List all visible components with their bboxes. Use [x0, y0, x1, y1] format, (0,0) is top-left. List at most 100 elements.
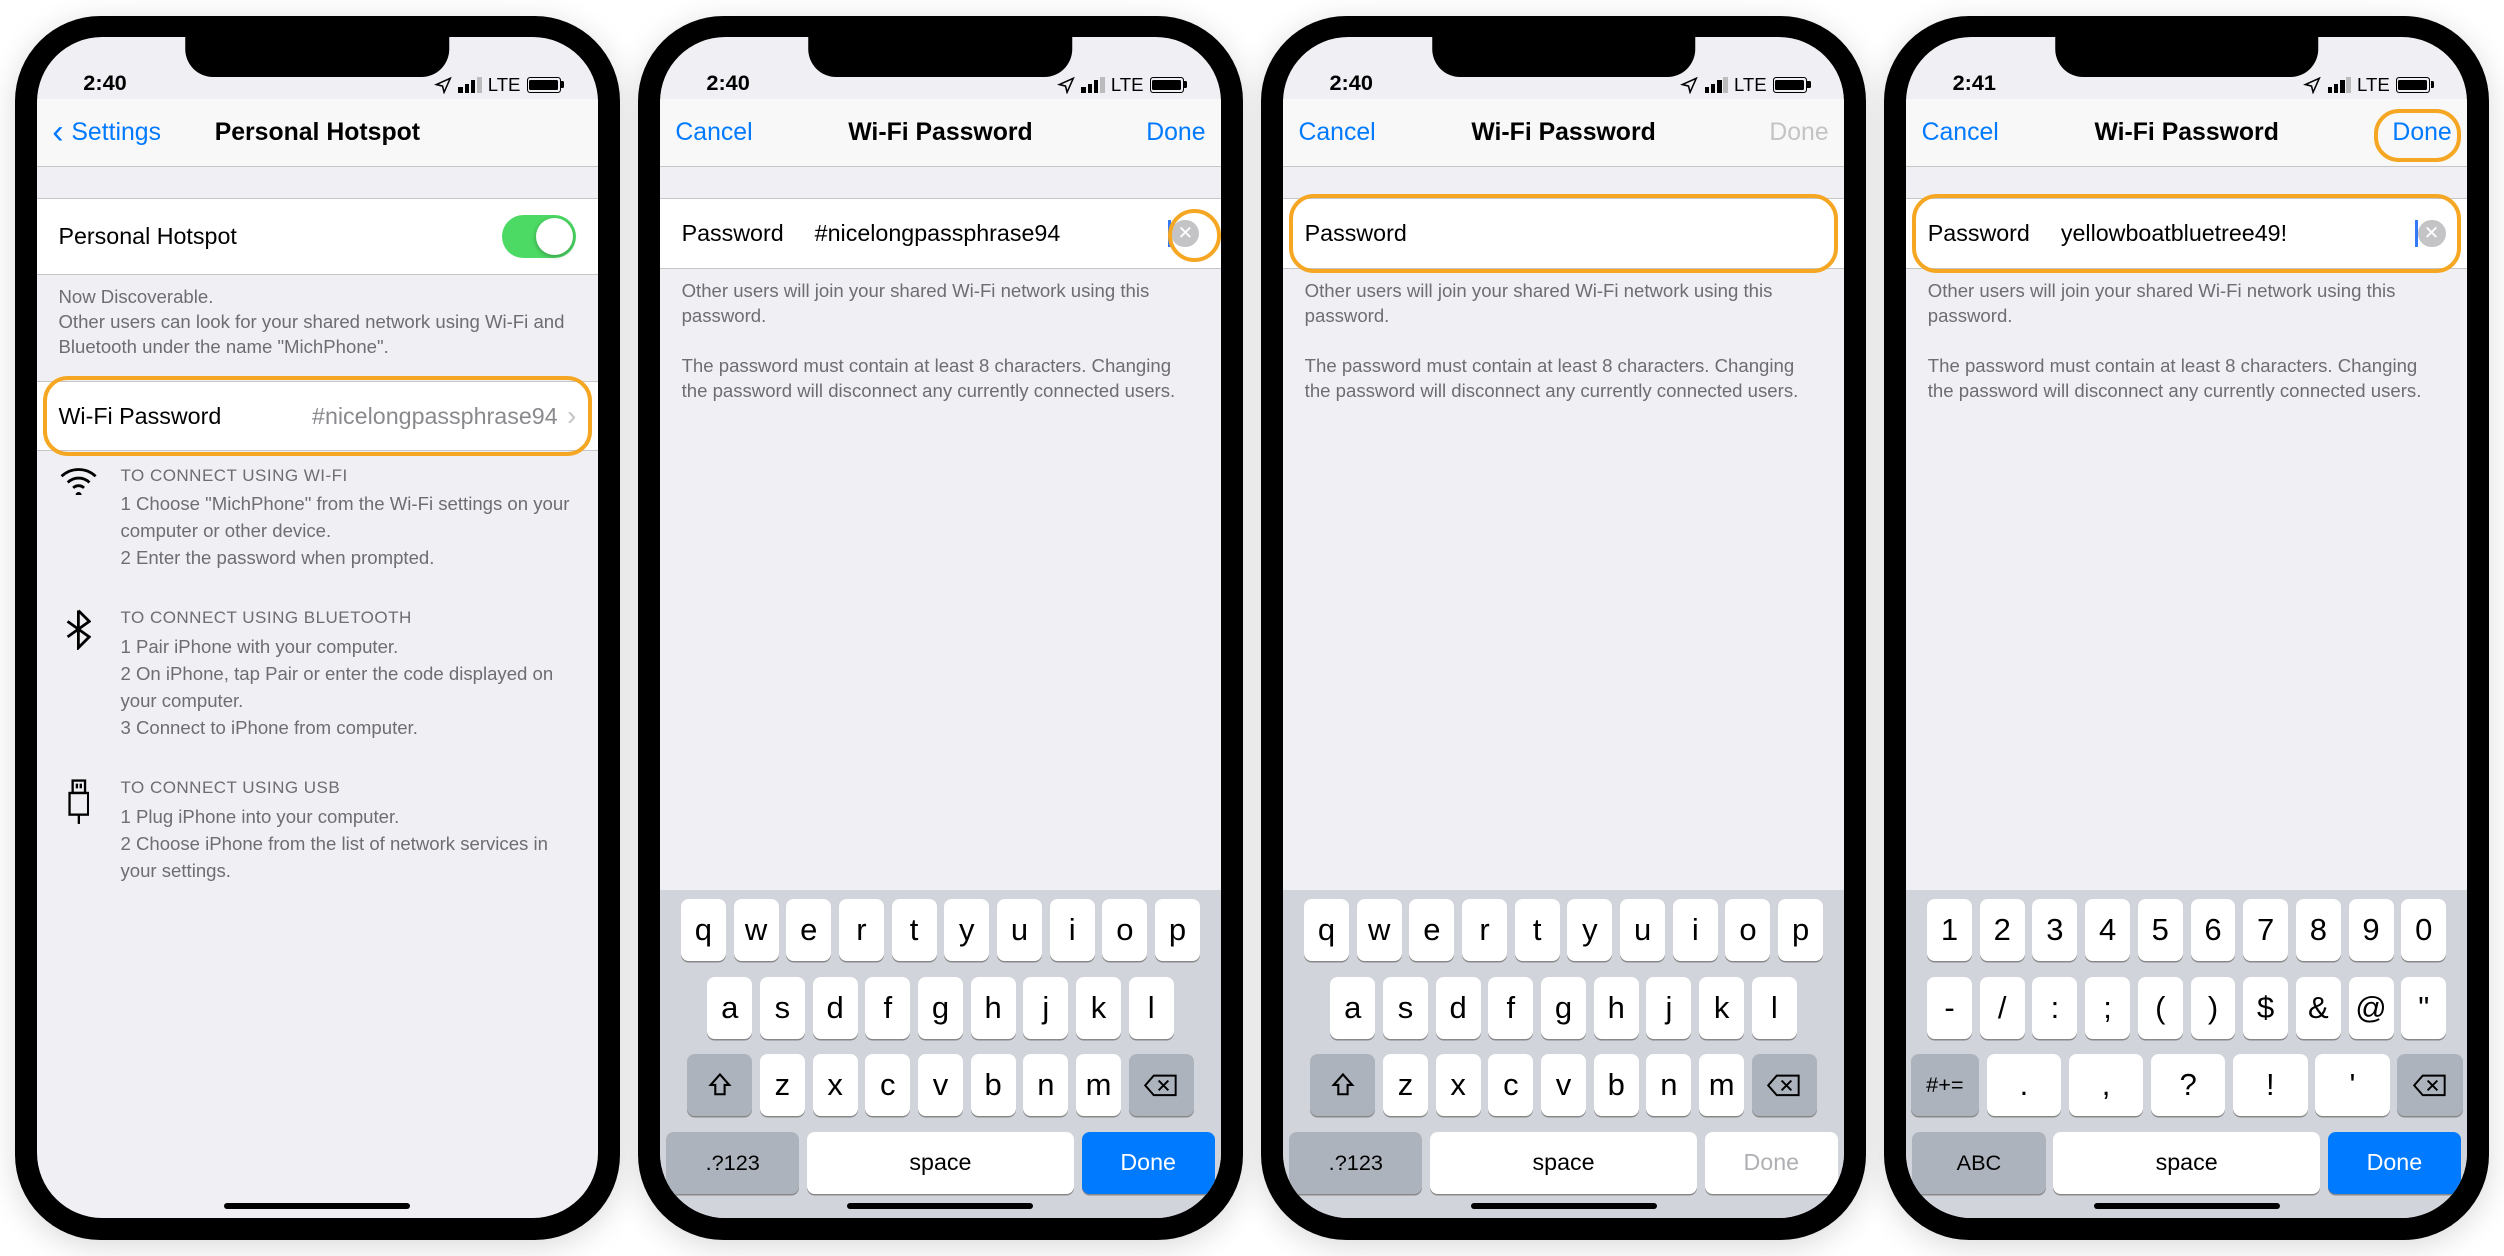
- key-s[interactable]: s: [1383, 977, 1428, 1039]
- key-z[interactable]: z: [1383, 1054, 1428, 1116]
- shift-key[interactable]: [1310, 1054, 1375, 1116]
- kb-done-key[interactable]: Done: [1082, 1132, 1215, 1194]
- keyboard[interactable]: qwertyuiop asdfghjkl zxcvbnm .?123 space…: [1283, 890, 1844, 1219]
- key-r[interactable]: r: [839, 899, 884, 961]
- key-,[interactable]: ,: [2069, 1054, 2143, 1116]
- key-'[interactable]: ': [2315, 1054, 2389, 1116]
- mode-key[interactable]: .?123: [1289, 1132, 1422, 1194]
- cancel-button[interactable]: Cancel: [1298, 119, 1375, 147]
- key-c[interactable]: c: [1488, 1054, 1533, 1116]
- key-f[interactable]: f: [865, 977, 910, 1039]
- key-v[interactable]: v: [1541, 1054, 1586, 1116]
- clear-icon[interactable]: ✕: [1171, 220, 1199, 248]
- key-1[interactable]: 1: [1927, 899, 1972, 961]
- key-r[interactable]: r: [1462, 899, 1507, 961]
- wifi-password-row[interactable]: Wi-Fi Password #nicelongpassphrase94 ›: [37, 382, 598, 450]
- key-l[interactable]: l: [1129, 977, 1174, 1039]
- key-u[interactable]: u: [997, 899, 1042, 961]
- key-k[interactable]: k: [1076, 977, 1121, 1039]
- key-a[interactable]: a: [1330, 977, 1375, 1039]
- key-y[interactable]: y: [1567, 899, 1612, 961]
- key-p[interactable]: p: [1155, 899, 1200, 961]
- key-s[interactable]: s: [760, 977, 805, 1039]
- password-input-row[interactable]: Password #nicelongpassphrase94 ✕: [660, 199, 1221, 267]
- password-input-row[interactable]: Password yellowboatbluetree49! ✕: [1906, 199, 2467, 267]
- backspace-key[interactable]: [1752, 1054, 1817, 1116]
- key-e[interactable]: e: [786, 899, 831, 961]
- kb-done-key[interactable]: Done: [2328, 1132, 2461, 1194]
- key-l[interactable]: l: [1752, 977, 1797, 1039]
- key-p[interactable]: p: [1778, 899, 1823, 961]
- key-$[interactable]: $: [2243, 977, 2288, 1039]
- password-input-row[interactable]: Password: [1283, 199, 1844, 267]
- key-a[interactable]: a: [707, 977, 752, 1039]
- key-/[interactable]: /: [1980, 977, 2025, 1039]
- key-b[interactable]: b: [1594, 1054, 1639, 1116]
- key-([interactable]: (: [2138, 977, 2183, 1039]
- shift-key[interactable]: [687, 1054, 752, 1116]
- key-b[interactable]: b: [971, 1054, 1016, 1116]
- key-&[interactable]: &: [2296, 977, 2341, 1039]
- key-h[interactable]: h: [971, 977, 1016, 1039]
- done-button[interactable]: Done: [2392, 119, 2451, 147]
- key-v[interactable]: v: [918, 1054, 963, 1116]
- key-m[interactable]: m: [1076, 1054, 1121, 1116]
- key-e[interactable]: e: [1409, 899, 1454, 961]
- key-7[interactable]: 7: [2243, 899, 2288, 961]
- key-w[interactable]: w: [1357, 899, 1402, 961]
- key-x[interactable]: x: [813, 1054, 858, 1116]
- key-6[interactable]: 6: [2191, 899, 2236, 961]
- key-m[interactable]: m: [1699, 1054, 1744, 1116]
- toggle-switch-on[interactable]: [502, 215, 576, 258]
- key-g[interactable]: g: [1541, 977, 1586, 1039]
- key-j[interactable]: j: [1646, 977, 1691, 1039]
- space-key[interactable]: space: [2053, 1132, 2320, 1194]
- key-t[interactable]: t: [1515, 899, 1560, 961]
- key-d[interactable]: d: [813, 977, 858, 1039]
- cancel-button[interactable]: Cancel: [675, 119, 752, 147]
- key-0[interactable]: 0: [2401, 899, 2446, 961]
- key-i[interactable]: i: [1673, 899, 1718, 961]
- key-;[interactable]: ;: [2085, 977, 2130, 1039]
- key-z[interactable]: z: [760, 1054, 805, 1116]
- key-o[interactable]: o: [1725, 899, 1770, 961]
- backspace-key[interactable]: [2397, 1054, 2462, 1116]
- home-indicator[interactable]: [1471, 1203, 1657, 1209]
- key-c[interactable]: c: [865, 1054, 910, 1116]
- key-![interactable]: !: [2233, 1054, 2307, 1116]
- password-input[interactable]: #nicelongpassphrase94: [784, 220, 1172, 247]
- keyboard-numeric[interactable]: 1234567890 -/:;()$&@" #+= .,?!' ABC spac…: [1906, 890, 2467, 1219]
- key-g[interactable]: g: [918, 977, 963, 1039]
- key-t[interactable]: t: [892, 899, 937, 961]
- mode-key[interactable]: .?123: [666, 1132, 799, 1194]
- key-q[interactable]: q: [681, 899, 726, 961]
- backspace-key[interactable]: [1129, 1054, 1194, 1116]
- key-4[interactable]: 4: [2085, 899, 2130, 961]
- back-button[interactable]: ‹ Settings: [52, 113, 317, 152]
- key-d[interactable]: d: [1436, 977, 1481, 1039]
- key-n[interactable]: n: [1023, 1054, 1068, 1116]
- space-key[interactable]: space: [807, 1132, 1074, 1194]
- key-@[interactable]: @: [2349, 977, 2394, 1039]
- symbols-key[interactable]: #+=: [1911, 1054, 1979, 1116]
- key-8[interactable]: 8: [2296, 899, 2341, 961]
- home-indicator[interactable]: [847, 1203, 1033, 1209]
- key-n[interactable]: n: [1646, 1054, 1691, 1116]
- keyboard[interactable]: qwertyuiop asdfghjkl zxcvbnm .?123 space…: [660, 890, 1221, 1219]
- key-f[interactable]: f: [1488, 977, 1533, 1039]
- key-i[interactable]: i: [1050, 899, 1095, 961]
- cancel-button[interactable]: Cancel: [1922, 119, 1999, 147]
- key-9[interactable]: 9: [2349, 899, 2394, 961]
- home-indicator[interactable]: [224, 1203, 410, 1209]
- key-q[interactable]: q: [1304, 899, 1349, 961]
- key-y[interactable]: y: [944, 899, 989, 961]
- key-o[interactable]: o: [1102, 899, 1147, 961]
- hotspot-toggle-row[interactable]: Personal Hotspot: [37, 199, 598, 273]
- password-input[interactable]: yellowboatbluetree49!: [2030, 220, 2418, 247]
- key-3[interactable]: 3: [2032, 899, 2077, 961]
- key-w[interactable]: w: [734, 899, 779, 961]
- key-h[interactable]: h: [1594, 977, 1639, 1039]
- abc-key[interactable]: ABC: [1912, 1132, 2045, 1194]
- key-)[interactable]: ): [2191, 977, 2236, 1039]
- key-5[interactable]: 5: [2138, 899, 2183, 961]
